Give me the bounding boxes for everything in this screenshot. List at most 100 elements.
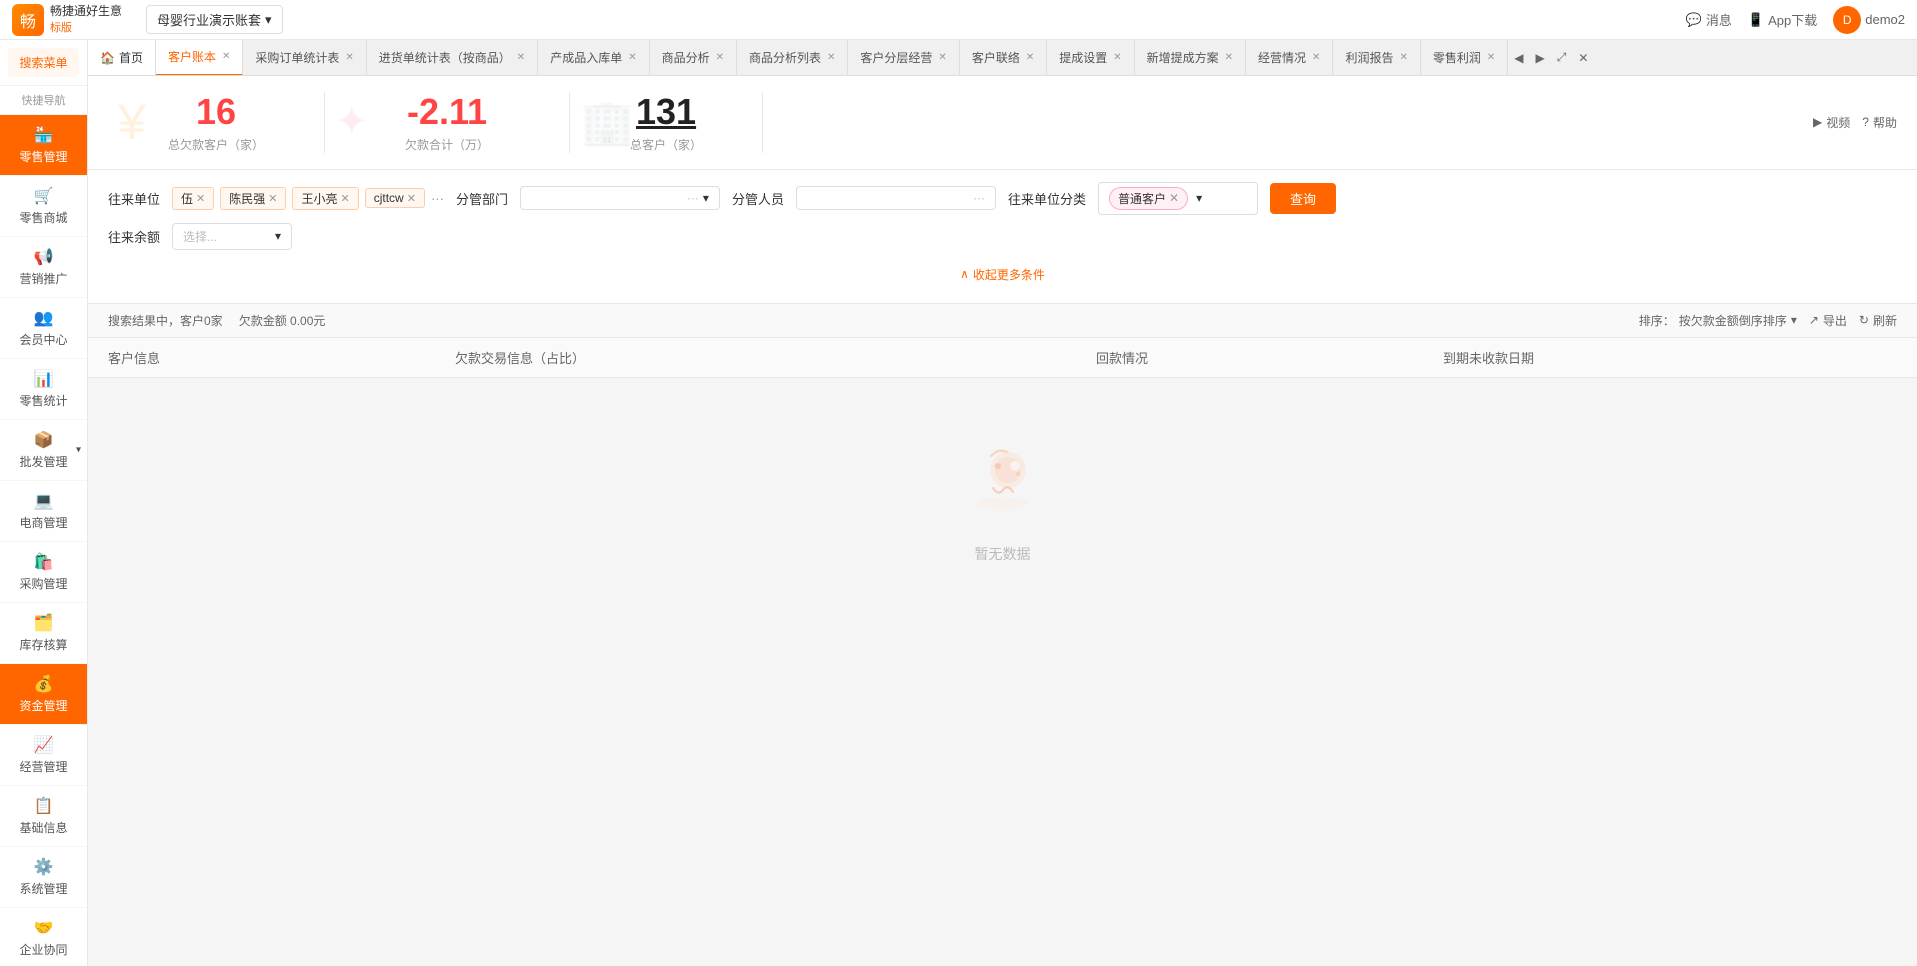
dept-filter-more[interactable]: ··· [687,191,699,205]
tab-purchase-stats[interactable]: 进货单统计表（按商品） ✕ [367,40,538,76]
sidebar-item-wholesale[interactable]: 📦 批发管理 [0,420,87,481]
sidebar-item-retail-mall[interactable]: 🛒 零售商城 [0,176,87,237]
tab-operations-close[interactable]: ✕ [1312,52,1320,63]
tab-product-entry-close[interactable]: ✕ [628,52,636,63]
page-content: ¥ 16 总欠款客户（家） ✦ -2.11 欠款合计（万） 🏢 131 总客户（… [88,76,1917,966]
tab-customer-contact[interactable]: 客户联络 ✕ [960,40,1047,76]
app-download-button[interactable]: 📱 App下载 [1748,10,1817,29]
sidebar-item-retail[interactable]: 🏪 零售管理 [0,115,87,176]
tab-promotion-settings-close[interactable]: ✕ [1113,52,1121,63]
tab-accounts[interactable]: 客户账本 ✕ [156,40,243,76]
filter-tag-wu-close[interactable]: ✕ [196,192,205,205]
filter-more-tags[interactable]: ··· [431,191,444,206]
export-label: 导出 [1823,312,1847,329]
tab-scroll-left[interactable]: ◀ [1508,40,1529,76]
tab-promotion-settings-label: 提成设置 [1059,49,1107,66]
empty-icon [963,438,1043,532]
logo-text-block: 畅捷通好生意 标版 [50,4,122,34]
tab-retail-profit[interactable]: 零售利润 ✕ [1421,40,1508,76]
results-info: 搜索结果中，客户0家 欠款金额 0.00元 [108,312,325,329]
tab-scroll-right[interactable]: ▶ [1529,40,1550,76]
sidebar-item-marketing[interactable]: 📢 营销推广 [0,237,87,298]
sidebar-item-purchase[interactable]: 🛍️ 采购管理 [0,542,87,603]
person-filter-select[interactable]: ··· [796,186,996,210]
tab-promotion-settings[interactable]: 提成设置 ✕ [1047,40,1134,76]
store-selector[interactable]: 母婴行业演示账套 ▾ [146,5,283,34]
collapse-button[interactable]: ∧ 收起更多条件 [960,266,1045,283]
tab-product-analysis[interactable]: 商品分析 ✕ [650,40,737,76]
content-area: 🏠 首页 客户账本 ✕ 采购订单统计表 ✕ 进货单统计表（按商品） ✕ 产成品入… [88,40,1917,966]
tab-new-promotion[interactable]: 新增提成方案 ✕ [1135,40,1246,76]
filter-tag-chen-close[interactable]: ✕ [268,192,277,205]
sidebar-item-retail-stats-label: 零售统计 [19,392,67,409]
sidebar-item-enterprise-coop-label: 企业协同 [19,941,67,958]
filter-tag-wang-close[interactable]: ✕ [341,192,350,205]
ecommerce-icon: 💻 [34,491,54,511]
empty-state: 暂无数据 [88,378,1917,624]
refresh-button[interactable]: ↻ 刷新 [1859,312,1897,329]
tab-maximize[interactable]: ⤢ [1551,40,1573,76]
person-filter-more[interactable]: ··· [973,191,985,205]
tab-product-analysis-list-label: 商品分析列表 [749,49,821,66]
collapse-area: ∧ 收起更多条件 [108,258,1897,291]
tab-product-analysis-list-close[interactable]: ✕ [827,52,835,63]
stat-total-clients: 🏢 131 总客户（家） [570,92,763,153]
category-filter-select[interactable]: 普通客户 ✕ ▾ [1098,182,1258,215]
tab-retail-profit-close[interactable]: ✕ [1487,52,1495,63]
filter-area: 往来单位 伍 ✕ 陈民强 ✕ 王小亮 ✕ [88,170,1917,304]
tab-profit-report[interactable]: 利润报告 ✕ [1333,40,1420,76]
top-bar: 畅 畅捷通好生意 标版 母婴行业演示账套 ▾ 💬 消息 📱 App下载 D de… [0,0,1917,40]
avatar: D [1833,6,1861,34]
video-button[interactable]: ▶ 视频 [1813,114,1850,131]
tab-purchase-orders-close[interactable]: ✕ [345,52,353,63]
sidebar-item-enterprise-coop[interactable]: 🤝 企业协同 [0,908,87,966]
stats-bar: ¥ 16 总欠款客户（家） ✦ -2.11 欠款合计（万） 🏢 131 总客户（… [88,76,1917,170]
sidebar-item-finance[interactable]: 💰 资金管理 [0,664,87,725]
sidebar-item-basic-info-label: 基础信息 [19,819,67,836]
export-button[interactable]: ↗ 导出 [1809,312,1847,329]
search-menu-button[interactable]: 搜索菜单 [8,48,79,77]
person-filter-label: 分管人员 [732,189,784,208]
messages-button[interactable]: 💬 消息 [1686,10,1732,29]
tab-home[interactable]: 🏠 首页 [88,40,156,76]
tab-accounts-close[interactable]: ✕ [222,51,230,62]
balance-filter-select[interactable]: 选择... ▾ [172,223,292,250]
tab-customer-segment-close[interactable]: ✕ [938,52,946,63]
tab-purchase-orders[interactable]: 采购订单统计表 ✕ [243,40,366,76]
retail-stats-icon: 📊 [34,369,54,389]
message-icon: 💬 [1686,12,1702,28]
filter-tag-cjttcw-close[interactable]: ✕ [407,192,416,205]
sidebar-item-system[interactable]: ⚙️ 系统管理 [0,847,87,908]
stat-total-clients-label: 总客户（家） [630,136,702,153]
tab-close-all[interactable]: ✕ [1572,40,1594,76]
stat-overdue-customers-value: 16 [196,92,236,132]
tab-customer-segment[interactable]: 客户分层经营 ✕ [848,40,959,76]
tab-profit-report-close[interactable]: ✕ [1399,52,1407,63]
logo-text: 畅捷通好生意 [50,4,122,18]
tab-customer-contact-close[interactable]: ✕ [1026,52,1034,63]
category-tag-normal-close[interactable]: ✕ [1169,191,1179,205]
sidebar-item-retail-stats[interactable]: 📊 零售统计 [0,359,87,420]
tab-new-promotion-close[interactable]: ✕ [1225,52,1233,63]
sidebar-item-inventory[interactable]: 🗂️ 库存核算 [0,603,87,664]
video-label: 视频 [1826,114,1850,131]
category-tag-normal: 普通客户 ✕ [1109,187,1188,210]
tab-operations[interactable]: 经营情况 ✕ [1246,40,1333,76]
tab-product-analysis-close[interactable]: ✕ [716,52,724,63]
user-menu[interactable]: D demo2 [1833,6,1905,34]
tab-product-entry[interactable]: 产成品入库单 ✕ [538,40,649,76]
query-button[interactable]: 查询 [1270,183,1336,214]
sidebar-item-ecommerce[interactable]: 💻 电商管理 [0,481,87,542]
sort-select[interactable]: 排序： 按欠款金额倒序排序 ▾ [1639,312,1797,329]
sidebar-item-operations[interactable]: 📈 经营管理 [0,725,87,786]
wholesale-icon: 📦 [34,430,54,450]
sidebar-item-basic-info[interactable]: 📋 基础信息 [0,786,87,847]
help-button[interactable]: ? 帮助 [1862,114,1897,131]
sidebar-item-member-label: 会员中心 [19,331,67,348]
col-overdue-info: 欠款交易信息（占比） [435,338,1076,378]
dept-filter-select[interactable]: ··· ▾ [520,186,720,210]
tab-purchase-stats-close[interactable]: ✕ [517,52,525,63]
tab-product-analysis-list[interactable]: 商品分析列表 ✕ [737,40,848,76]
sidebar-item-member[interactable]: 👥 会员中心 [0,298,87,359]
logo-icon: 畅 [12,4,44,36]
